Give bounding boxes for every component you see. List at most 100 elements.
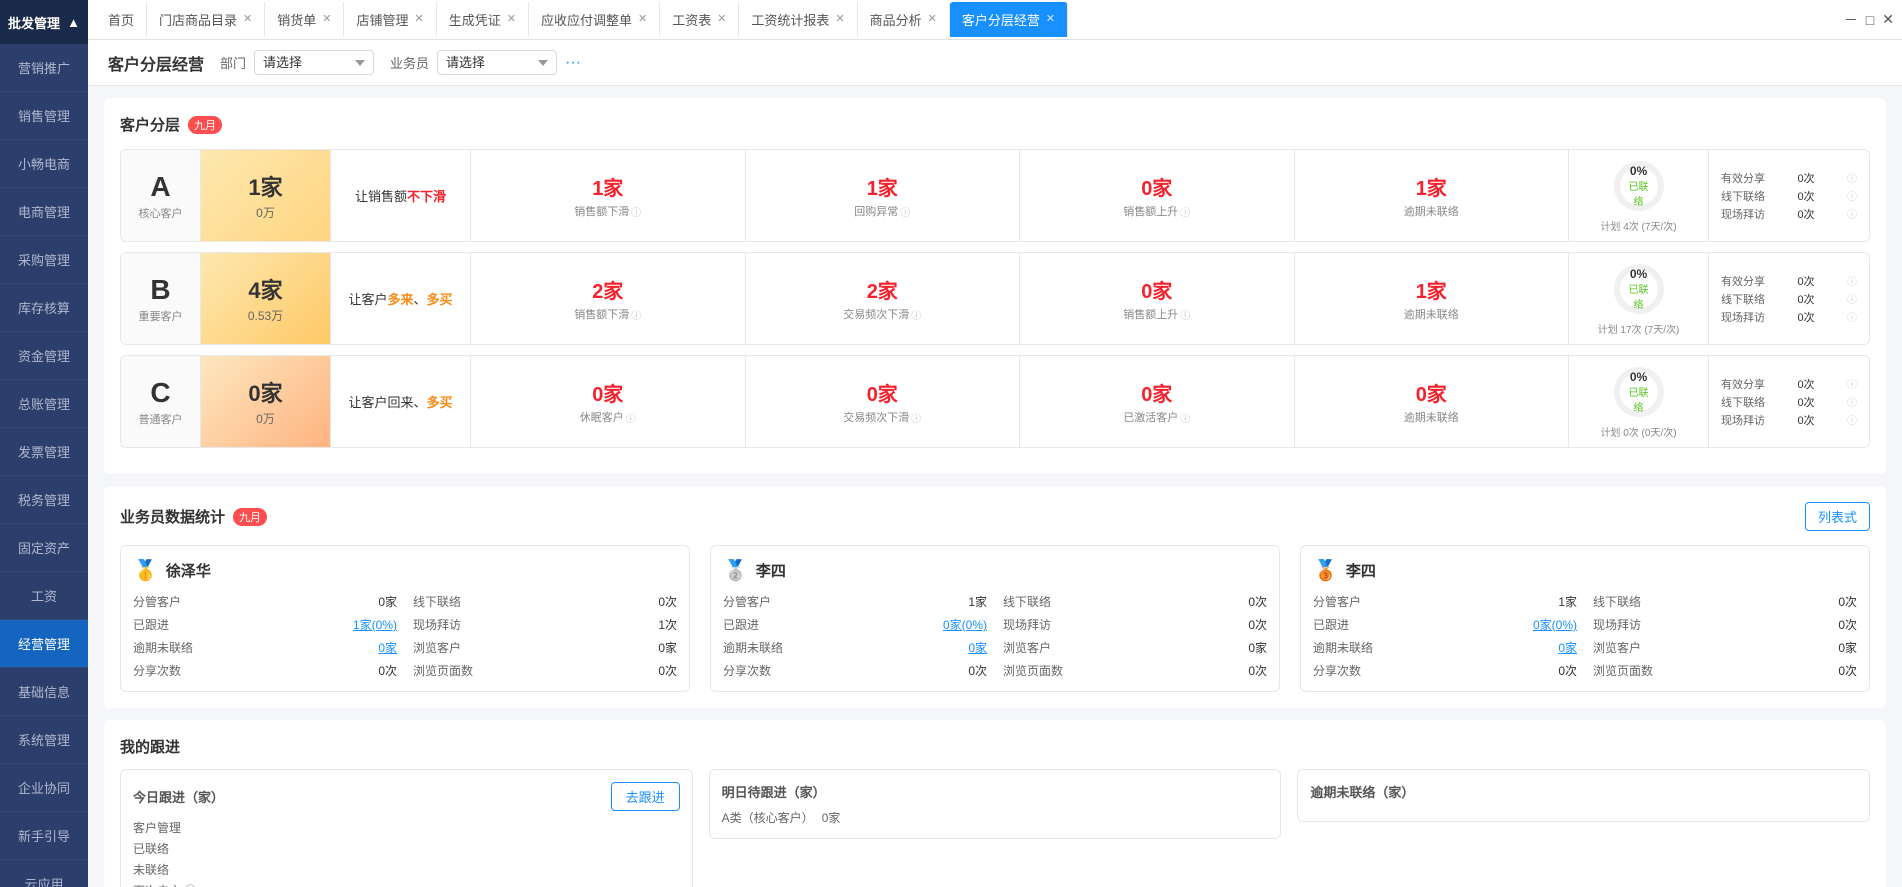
person-stat-val: 0次 [1248,662,1267,679]
tab-门店商品目录[interactable]: 门店商品目录✕ [147,2,265,37]
person-name-1: 李四 [756,560,786,581]
window-minimize-icon[interactable]: － [1844,10,1858,30]
sidebar-item-云应用[interactable]: 云应用 [0,860,88,887]
person-stat-label: 逾期未联络 [1313,639,1373,656]
tab-close-商品分析[interactable]: ✕ [928,14,937,25]
sidebar-item-库存核算[interactable]: 库存核算 [0,284,88,332]
sidebar-item-发票管理[interactable]: 发票管理 [0,428,88,476]
right-stat-info[interactable]: ⓘ [1847,412,1857,428]
tab-销货单[interactable]: 销货单✕ [265,2,344,37]
tab-应收应付调整单[interactable]: 应收应付调整单✕ [529,2,660,37]
tier-stat4-B[interactable]: 1家 逾期未联络 [1295,253,1570,344]
window-maximize-icon[interactable]: □ [1866,12,1874,28]
person-stat-val[interactable]: 0家 [968,639,987,656]
tier-letter-C: C [150,377,170,409]
tier-stat2-C[interactable]: 0家 交易频次下滑 ⓘ [746,356,1021,447]
biz-stats-title: 业务员数据统计 [120,506,225,527]
person-stat-1-4: 逾期未联络 0家 [723,639,987,656]
tab-客户分层经营[interactable]: 客户分层经营✕ [950,2,1068,37]
sidebar-item-总账管理[interactable]: 总账管理 [0,380,88,428]
stat1-label-A: 销售额下滑 ⓘ [574,203,641,219]
sidebar-item-系统管理[interactable]: 系统管理 [0,716,88,764]
followup-go-btn-0[interactable]: 去跟进 [611,782,680,811]
tier-circle-A: 0% 已联络 计划 4次 (7天/次) [1569,150,1709,241]
person-stat-val[interactable]: 0家 [378,639,397,656]
sidebar-item-基础信息[interactable]: 基础信息 [0,668,88,716]
sidebar-item-企业协同[interactable]: 企业协同 [0,764,88,812]
tier-count-sub-B: 0.53万 [248,307,283,324]
sidebar-item-销售管理[interactable]: 销售管理 [0,92,88,140]
tab-店铺管理[interactable]: 店铺管理✕ [344,2,436,37]
tab-工资统计报表[interactable]: 工资统计报表✕ [739,2,857,37]
tab-首页[interactable]: 首页 [96,2,147,37]
person-stat-val[interactable]: 0家(0%) [943,616,987,633]
tab-close-门店商品目录[interactable]: ✕ [243,14,252,25]
sidebar-item-采购管理[interactable]: 采购管理 [0,236,88,284]
tab-close-店铺管理[interactable]: ✕ [415,14,424,25]
tier-count-A: 1家 0万 [201,150,331,241]
person-stat-val: 0次 [1838,616,1857,633]
person-stat-0-5: 浏览客户 0家 [413,639,677,656]
person-stat-0-3: 现场拜访 1次 [413,616,677,633]
sidebar-item-税务管理[interactable]: 税务管理 [0,476,88,524]
right-stat-row: 现场拜访 0次 ⓘ [1721,309,1857,325]
right-stat-info[interactable]: ⓘ [1847,376,1857,392]
tier-stat1-A[interactable]: 1家 销售额下滑 ⓘ [471,150,746,241]
person-stat-val: 0次 [1838,593,1857,610]
right-stat-label: 有效分享 [1721,273,1765,289]
sidebar-item-新手引导[interactable]: 新手引导 [0,812,88,860]
tab-close-客户分层经营[interactable]: ✕ [1046,14,1055,25]
tier-stat3-A[interactable]: 0家 销售额上升 ⓘ [1020,150,1295,241]
tab-商品分析[interactable]: 商品分析✕ [858,2,950,37]
tab-close-工资表[interactable]: ✕ [717,14,726,25]
circle-text-C: 0% 已联络 [1625,370,1653,414]
tab-close-工资统计报表[interactable]: ✕ [835,14,844,25]
person-stats-grid-1: 分管客户 1家 线下联络 0次 已跟进 0家(0%) 现场拜访 0次 逾期未联络… [723,593,1267,679]
person-stat-val[interactable]: 0家 [1558,639,1577,656]
tab-close-生成凭证[interactable]: ✕ [507,14,516,25]
tier-label-B: B 重要客户 [121,253,201,344]
person-stat-val[interactable]: 0家(0%) [1533,616,1577,633]
person-stat-2-0: 分管客户 1家 [1313,593,1577,610]
right-stat-info[interactable]: ⓘ [1847,394,1857,410]
tier-stat3-C[interactable]: 0家 已激活客户 ⓘ [1020,356,1295,447]
list-view-btn[interactable]: 列表式 [1805,502,1870,531]
person-stat-val[interactable]: 1家(0%) [353,616,397,633]
sidebar-item-工资[interactable]: 工资 [0,572,88,620]
tab-生成凭证[interactable]: 生成凭证✕ [437,2,529,37]
dept-select[interactable]: 请选择 [254,50,374,75]
person-stat-label: 分管客户 [133,593,181,610]
sidebar-item-小畅电商[interactable]: 小畅电商 [0,140,88,188]
sidebar-item-经营管理[interactable]: 经营管理 [0,620,88,668]
more-filter-btn[interactable]: ··· [565,54,581,72]
tier-stat4-A[interactable]: 1家 逾期未联络 [1295,150,1570,241]
tier-stat2-B[interactable]: 2家 交易频次下滑 ⓘ [746,253,1021,344]
tab-close-销货单[interactable]: ✕ [322,14,331,25]
circle-sub-A: 计划 4次 (7天/次) [1600,218,1676,233]
right-stat-info[interactable]: ⓘ [1847,188,1857,204]
biz-stats-title-group: 业务员数据统计 九月 [120,506,267,527]
person-stat-label: 分享次数 [1313,662,1361,679]
sidebar-expand-icon[interactable]: ▲ [67,15,80,30]
right-stat-info[interactable]: ⓘ [1847,170,1857,186]
tier-stat3-B[interactable]: 0家 销售额上升 ⓘ [1020,253,1295,344]
window-close-icon[interactable]: ✕ [1882,11,1894,28]
tier-stat1-B[interactable]: 2家 销售额下滑 ⓘ [471,253,746,344]
tab-工资表[interactable]: 工资表✕ [660,2,739,37]
tier-stat2-A[interactable]: 1家 回购异常 ⓘ [746,150,1021,241]
person-stat-label: 浏览客户 [1593,639,1641,656]
sidebar-item-电商管理[interactable]: 电商管理 [0,188,88,236]
sidebar-item-营销推广[interactable]: 营销推广 [0,44,88,92]
tab-close-应收应付调整单[interactable]: ✕ [638,14,647,25]
tier-stat1-C[interactable]: 0家 休眠客户 ⓘ [471,356,746,447]
sidebar-item-资金管理[interactable]: 资金管理 [0,332,88,380]
sidebar-item-固定资产[interactable]: 固定资产 [0,524,88,572]
right-stat-info[interactable]: ⓘ [1847,273,1857,289]
stat3-label-C: 已激活客户 ⓘ [1123,409,1190,425]
right-stat-info[interactable]: ⓘ [1847,206,1857,222]
right-stat-info[interactable]: ⓘ [1847,309,1857,325]
stat3-num-C: 0家 [1141,378,1172,407]
agent-select[interactable]: 请选择 [437,50,557,75]
tier-stat4-C[interactable]: 0家 逾期未联络 [1295,356,1570,447]
right-stat-info[interactable]: ⓘ [1847,291,1857,307]
